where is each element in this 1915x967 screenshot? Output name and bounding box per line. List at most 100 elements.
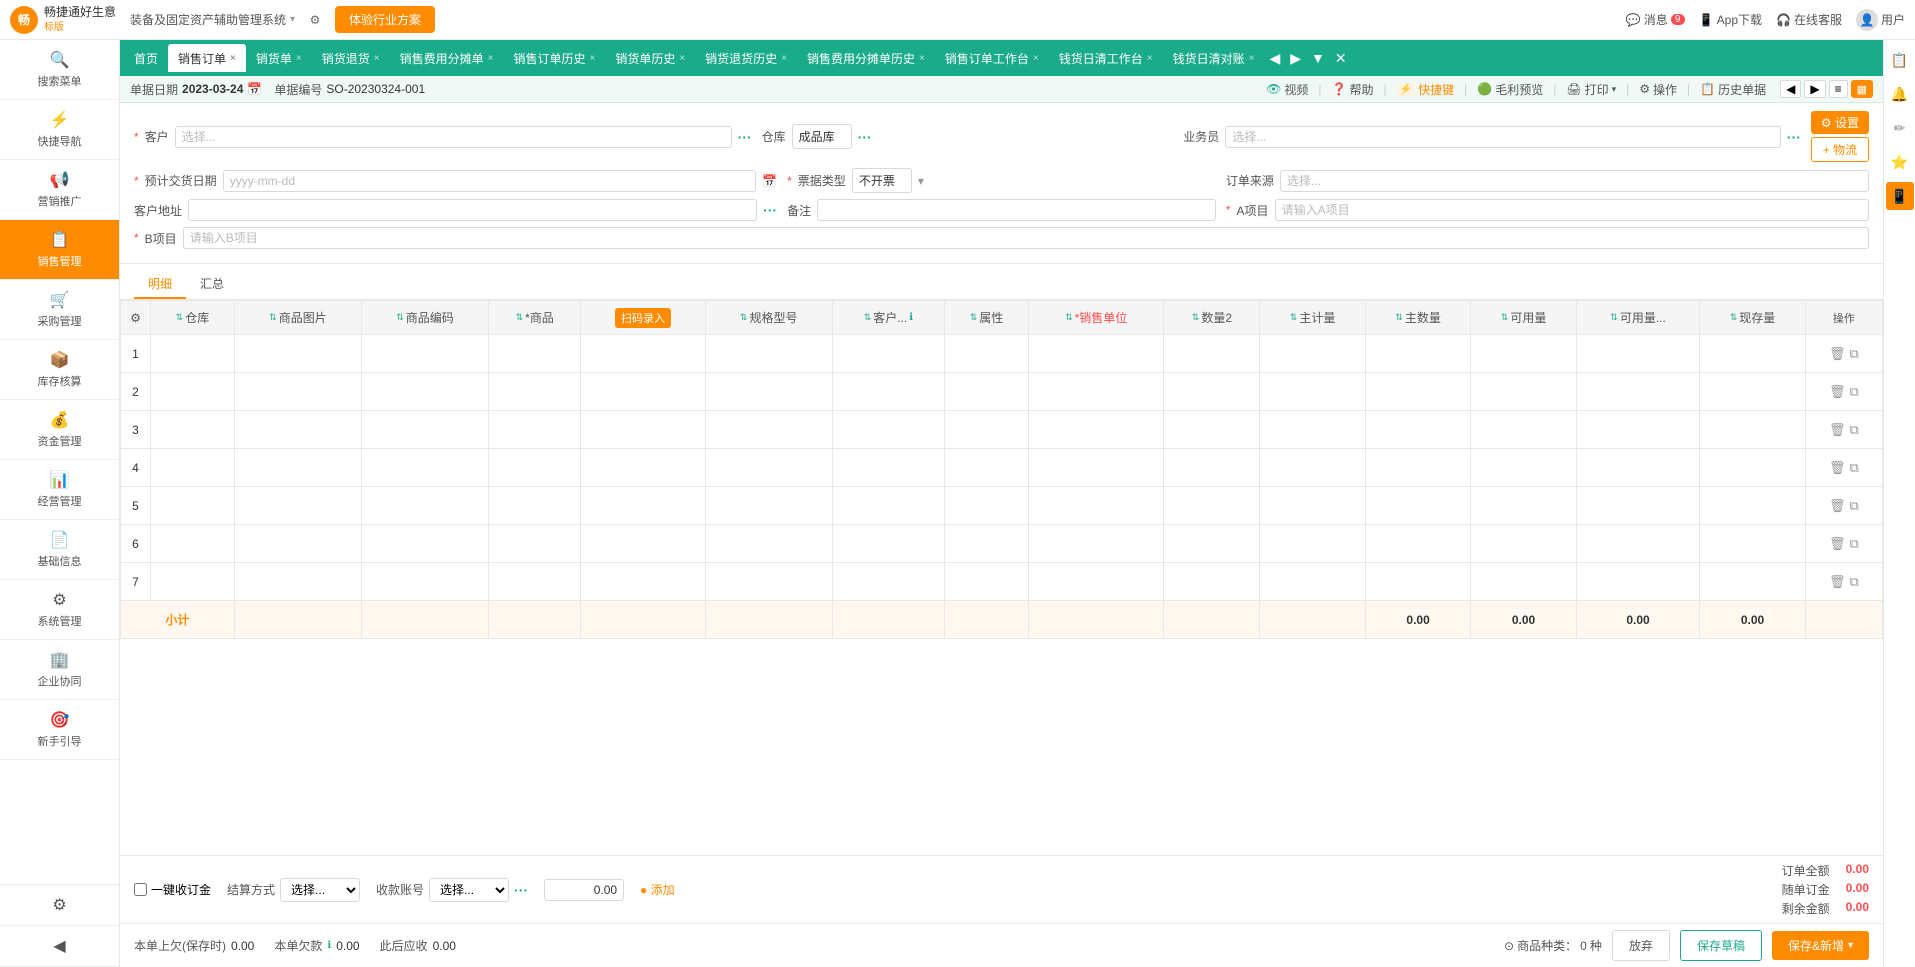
- customer-address-input[interactable]: [188, 199, 757, 221]
- payment-method-select[interactable]: 选择...: [280, 878, 360, 902]
- toolbar-prev-button[interactable]: ◀: [1780, 80, 1801, 98]
- col-available-qty[interactable]: ⇅可用量: [1471, 301, 1576, 335]
- col-settings[interactable]: ⚙: [121, 301, 151, 335]
- sidebar-item-basic-info[interactable]: 📄 基础信息: [0, 520, 119, 580]
- settings-button[interactable]: ⚙ 设置: [1811, 111, 1869, 134]
- row-copy-icon[interactable]: ⧉: [1850, 536, 1859, 552]
- sidebar-item-enterprise[interactable]: 🏢 企业协同: [0, 640, 119, 700]
- receipt-amount-input[interactable]: [544, 879, 624, 901]
- sidebar-item-guide[interactable]: 🎯 新手引导: [0, 700, 119, 760]
- sidebar-item-finance[interactable]: 💰 资金管理: [0, 400, 119, 460]
- toolbar-history[interactable]: 📋 历史单据: [1700, 81, 1766, 98]
- row-delete-icon[interactable]: 🗑: [1829, 384, 1846, 400]
- tab-fee-history[interactable]: 销售费用分摊单历史 ×: [797, 44, 935, 72]
- sidebar-item-operations[interactable]: 📊 经营管理: [0, 460, 119, 520]
- staff-input[interactable]: [1225, 126, 1781, 148]
- scan-button[interactable]: 扫码录入: [615, 308, 671, 328]
- tab-detail[interactable]: 明细: [134, 270, 186, 299]
- tab-close-icon[interactable]: ×: [919, 53, 925, 64]
- col-stock-qty[interactable]: ⇅现存量: [1700, 301, 1805, 335]
- delivery-calendar-icon[interactable]: 📅: [762, 174, 777, 188]
- tab-refund-history[interactable]: 销货退货历史 ×: [695, 44, 797, 72]
- col-attribute[interactable]: ⇅属性: [945, 301, 1029, 335]
- row-copy-icon[interactable]: ⧉: [1850, 384, 1859, 400]
- notification-item[interactable]: 💬 消息 9: [1626, 11, 1685, 28]
- tab-sales-fee[interactable]: 销售费用分摊单 ×: [390, 44, 504, 72]
- col-product-name[interactable]: ⇅*商品: [489, 301, 581, 335]
- toolbar-help[interactable]: ❓ 帮助: [1332, 81, 1374, 98]
- system-name[interactable]: 装备及固定资产辅助管理系统 ▾: [130, 11, 295, 28]
- col-sales-unit[interactable]: ⇅*销售单位: [1028, 301, 1163, 335]
- discard-button[interactable]: 放弃: [1612, 930, 1670, 961]
- online-service-item[interactable]: 🎧 在线客服: [1776, 11, 1842, 28]
- tab-close-all-button[interactable]: ✕: [1330, 48, 1352, 69]
- row-delete-icon[interactable]: 🗑: [1829, 498, 1846, 514]
- note-input[interactable]: [817, 199, 1216, 221]
- row-delete-icon[interactable]: 🗑: [1829, 346, 1846, 362]
- calendar-icon[interactable]: 📅: [247, 82, 262, 96]
- col-warehouse[interactable]: ⇅仓库: [151, 301, 235, 335]
- sidebar-item-search[interactable]: 🔍 搜索菜单: [0, 40, 119, 100]
- sidebar-item-purchase[interactable]: 🛒 采购管理: [0, 280, 119, 340]
- tab-order-history[interactable]: 销售订单历史 ×: [503, 44, 605, 72]
- industry-button[interactable]: 体验行业方案: [335, 6, 435, 33]
- customer-expand-icon[interactable]: ···: [738, 129, 752, 145]
- a-project-input[interactable]: [1275, 199, 1869, 221]
- tab-sales-refund[interactable]: 销货退货 ×: [312, 44, 390, 72]
- tab-cash-reconcile[interactable]: 钱货日清对账 ×: [1163, 44, 1265, 72]
- one-click-checkout-checkbox[interactable]: [134, 883, 147, 896]
- right-panel-btn-2[interactable]: 🔔: [1886, 80, 1914, 108]
- tab-close-icon[interactable]: ×: [679, 53, 685, 64]
- sidebar-item-marketing[interactable]: 📢 营销推广: [0, 160, 119, 220]
- invoice-dropdown-icon[interactable]: ▾: [918, 174, 924, 188]
- toolbar-shortcut[interactable]: ⚡ 快捷键: [1397, 81, 1454, 98]
- logistics-button[interactable]: + 物流: [1811, 137, 1869, 162]
- right-panel-btn-1[interactable]: 📋: [1886, 46, 1914, 74]
- toolbar-print[interactable]: 🖨 打印 ▾: [1566, 81, 1616, 98]
- col-available-qty2[interactable]: ⇅可用量...: [1576, 301, 1700, 335]
- tab-close-icon[interactable]: ×: [1147, 53, 1153, 64]
- sidebar-item-quick-nav[interactable]: ⚡ 快捷导航: [0, 100, 119, 160]
- tab-close-icon[interactable]: ×: [230, 53, 236, 64]
- col-product-image[interactable]: ⇅商品图片: [234, 301, 361, 335]
- col-main-unit[interactable]: ⇅主计量: [1260, 301, 1365, 335]
- row-copy-icon[interactable]: ⧉: [1850, 574, 1859, 590]
- tab-summary[interactable]: 汇总: [186, 270, 238, 299]
- row-delete-icon[interactable]: 🗑: [1829, 422, 1846, 438]
- tab-order-workbench[interactable]: 销售订单工作台 ×: [935, 44, 1049, 72]
- gear-icon[interactable]: ⚙: [303, 8, 327, 32]
- row-copy-icon[interactable]: ⧉: [1850, 346, 1859, 362]
- col-product-code[interactable]: ⇅商品编码: [361, 301, 488, 335]
- tab-return-history[interactable]: 销货单历史 ×: [605, 44, 695, 72]
- staff-expand-icon[interactable]: ···: [1787, 129, 1801, 145]
- toolbar-view[interactable]: 👁 视频: [1266, 81, 1308, 98]
- col-customer-spec[interactable]: ⇅客户...ℹ: [832, 301, 944, 335]
- add-payment-link[interactable]: ● 添加: [640, 881, 675, 898]
- toolbar-profit[interactable]: 🟢 毛利预览: [1477, 81, 1543, 98]
- tab-menu-button[interactable]: ▼: [1306, 48, 1330, 68]
- receipt-account-select[interactable]: 选择...: [429, 878, 509, 902]
- user-item[interactable]: 👤 用户: [1856, 9, 1905, 31]
- row-copy-icon[interactable]: ⧉: [1850, 498, 1859, 514]
- row-delete-icon[interactable]: 🗑: [1829, 574, 1846, 590]
- order-source-input[interactable]: [1280, 170, 1869, 192]
- tab-close-icon[interactable]: ×: [1249, 53, 1255, 64]
- customer-input[interactable]: [175, 126, 732, 148]
- warehouse-expand-icon[interactable]: ···: [858, 129, 872, 145]
- right-panel-btn-4[interactable]: ⭐: [1886, 148, 1914, 176]
- tab-close-icon[interactable]: ×: [1033, 53, 1039, 64]
- col-main-qty[interactable]: ⇅主数量: [1365, 301, 1470, 335]
- tab-next-button[interactable]: ▶: [1285, 48, 1306, 69]
- right-panel-btn-3[interactable]: ✏: [1886, 114, 1914, 142]
- tab-cash-workbench[interactable]: 钱货日清工作台 ×: [1049, 44, 1163, 72]
- app-download-item[interactable]: 📱 App下载: [1699, 11, 1762, 28]
- row-delete-icon[interactable]: 🗑: [1829, 536, 1846, 552]
- col-qty2[interactable]: ⇅数量2: [1164, 301, 1260, 335]
- sidebar-item-system[interactable]: ⚙ 系统管理: [0, 580, 119, 640]
- tab-close-icon[interactable]: ×: [296, 53, 302, 64]
- tab-close-icon[interactable]: ×: [781, 53, 787, 64]
- tab-home[interactable]: 首页: [124, 44, 168, 72]
- tab-close-icon[interactable]: ×: [488, 53, 494, 64]
- tab-prev-button[interactable]: ◀: [1264, 48, 1285, 69]
- row-delete-icon[interactable]: 🗑: [1829, 460, 1846, 476]
